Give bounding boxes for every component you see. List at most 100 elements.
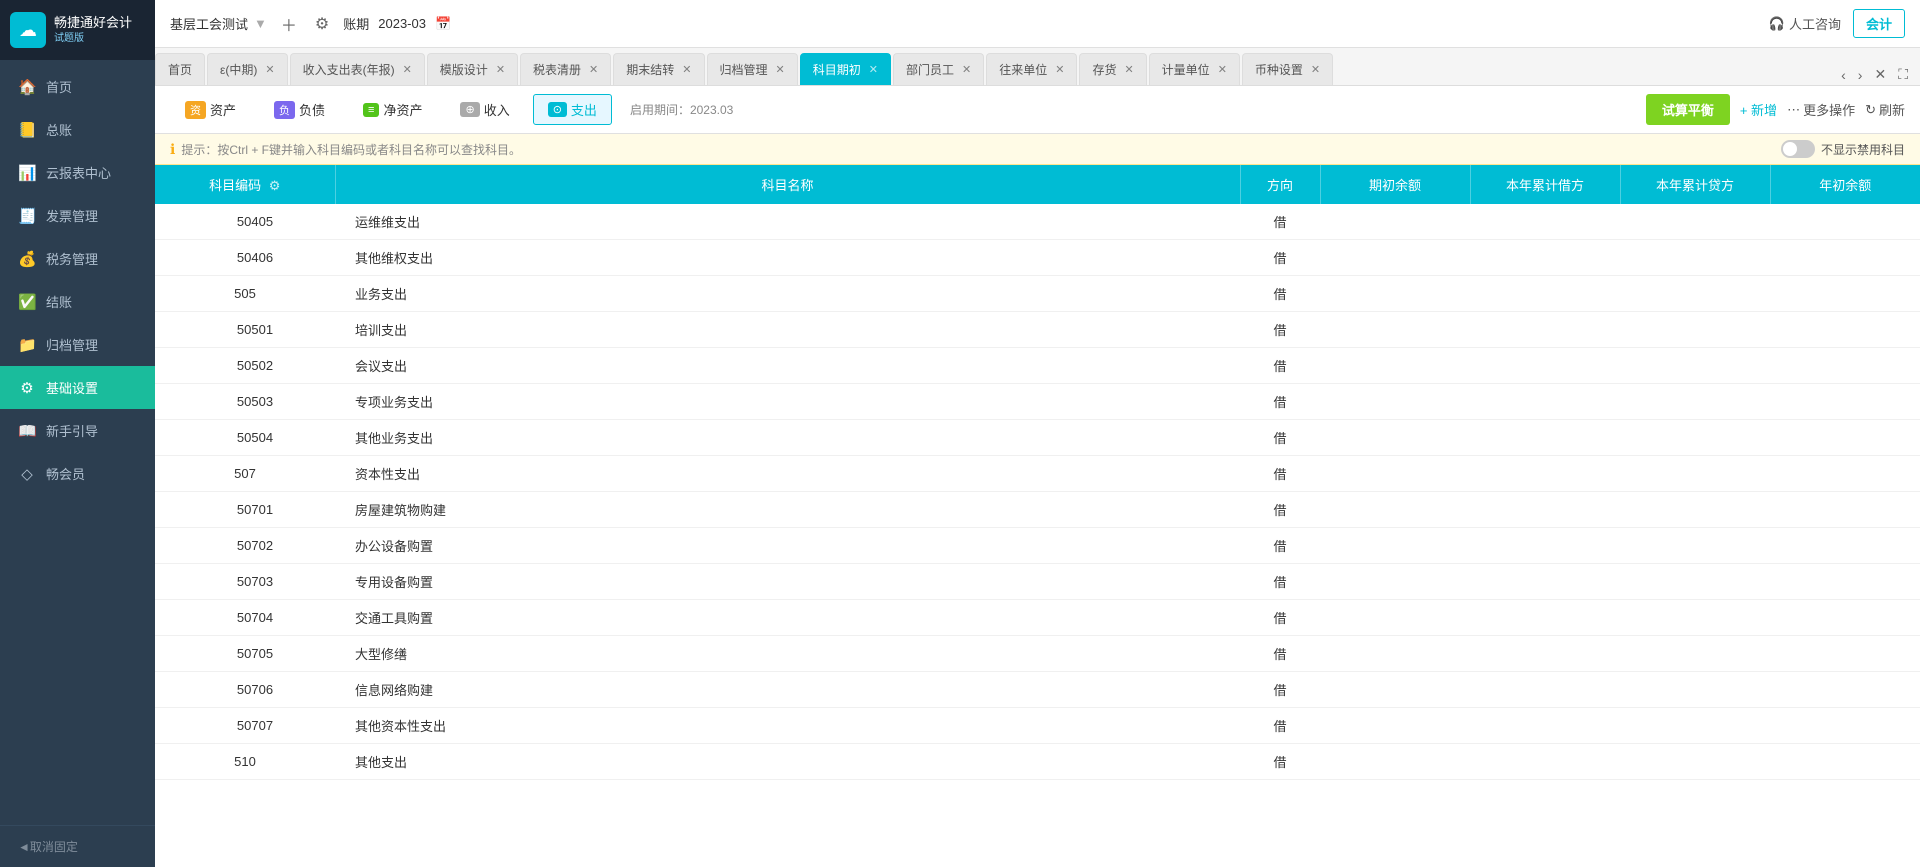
table-row[interactable]: 50703 专用设备购置 借 [155,564,1920,600]
tab-tax[interactable]: 税表清册 ✕ [520,53,611,85]
table-row[interactable]: 507 资本性支出 借 [155,456,1920,492]
table-row[interactable]: 50707 其他资本性支出 借 [155,708,1920,744]
tab-income[interactable]: 收入支出表(年报) ✕ [290,53,425,85]
table-row[interactable]: 50503 专项业务支出 借 [155,384,1920,420]
calendar-icon[interactable]: 📅 [435,16,451,32]
sidebar-item-ledger[interactable]: 📒 总账 [0,108,155,151]
company-selector[interactable]: 基层工会测试 ▼ [170,14,267,33]
table-row[interactable]: 50702 办公设备购置 借 [155,528,1920,564]
table-row[interactable]: 50501 培训支出 借 [155,312,1920,348]
consult-button[interactable]: 🎧 人工咨询 [1769,14,1841,33]
cell-bal [1320,744,1470,780]
table-row[interactable]: 50705 大型修缮 借 [155,636,1920,672]
table-row[interactable]: 50406 其他维权支出 借 [155,240,1920,276]
cell-cre [1620,528,1770,564]
sidebar-item-settle[interactable]: ✅ 结账 [0,280,155,323]
tab-close-icon[interactable]: ✕ [776,63,785,76]
cell-bal [1320,600,1470,636]
tab-close-icon[interactable]: ✕ [1218,63,1227,76]
table-row[interactable]: 50704 交通工具购置 借 [155,600,1920,636]
table-row[interactable]: 510 其他支出 借 [155,744,1920,780]
tab-close-icon[interactable]: ✕ [962,63,971,76]
tab-close-icon[interactable]: ✕ [265,63,274,76]
tab-close-icon[interactable]: ✕ [1124,63,1133,76]
filter-tab-net-asset[interactable]: ≡ 净资产 [348,94,437,125]
tab-close-icon[interactable]: ✕ [869,63,878,76]
accountant-button[interactable]: 会计 [1853,9,1905,38]
refresh-button[interactable]: ↻ 刷新 [1865,100,1905,119]
cell-deb [1470,276,1620,312]
disable-toggle[interactable] [1781,140,1815,158]
filter-tab-asset[interactable]: 资 资产 [170,94,251,125]
cell-cre [1620,600,1770,636]
table-row[interactable]: 50502 会议支出 借 [155,348,1920,384]
sidebar-collapse-button[interactable]: ◄取消固定 [0,825,155,867]
sidebar-item-home[interactable]: 🏠 首页 [0,65,155,108]
table-row[interactable]: 505 业务支出 借 [155,276,1920,312]
period-label: 启用期间：2023.03 [630,101,733,118]
cell-deb [1470,708,1620,744]
cell-cre [1620,420,1770,456]
sidebar-item-invoice[interactable]: 🧾 发票管理 [0,194,155,237]
net-asset-badge: ≡ [363,103,379,117]
tab-close-icon[interactable]: ✕ [682,63,691,76]
sidebar-item-settings[interactable]: ⚙ 基础设置 [0,366,155,409]
filter-tab-income[interactable]: ⊕ 收入 [445,94,524,125]
table-row[interactable]: 50405 运维维支出 借 [155,204,1920,240]
calc-balance-button[interactable]: 试算平衡 [1646,94,1730,125]
tab-unit[interactable]: 计量单位 ✕ [1149,53,1240,85]
sidebar-item-tax[interactable]: 💰 税务管理 [0,237,155,280]
filter-tab-liability[interactable]: 负 负债 [259,94,340,125]
tab-expand-icon[interactable]: ⛶ [1894,64,1912,85]
tab-currency[interactable]: 币种设置 ✕ [1242,53,1333,85]
more-button[interactable]: ⋯ 更多操作 [1787,100,1855,119]
tab-close-icon[interactable]: ✕ [403,63,412,76]
tab-home[interactable]: 首页 [155,53,205,85]
cell-cre [1620,204,1770,240]
cell-year [1770,240,1920,276]
sidebar-item-guide[interactable]: 📖 新手引导 [0,409,155,452]
liability-badge: 负 [274,101,295,119]
cell-name: 会议支出 [335,348,1240,384]
table-row[interactable]: 50706 信息网络购建 借 [155,672,1920,708]
tab-template[interactable]: 模版设计 ✕ [427,53,518,85]
cell-bal [1320,456,1470,492]
table-row[interactable]: 50504 其他业务支出 借 [155,420,1920,456]
new-button[interactable]: + 新增 [1740,100,1777,119]
sidebar-item-reports[interactable]: 📊 云报表中心 [0,151,155,194]
cell-deb [1470,240,1620,276]
col-header-cre: 本年累计贷方 [1620,165,1770,204]
tab-scroll-left-icon[interactable]: ‹ [1837,65,1850,85]
tab-dept[interactable]: 部门员工 ✕ [893,53,984,85]
tab-close-icon[interactable]: ✕ [589,63,598,76]
cell-name: 资本性支出 [335,456,1240,492]
tab-close-icon[interactable]: ✕ [1311,63,1320,76]
settle-icon: ✅ [18,293,36,311]
cell-bal [1320,240,1470,276]
tab-archive[interactable]: 归档管理 ✕ [707,53,798,85]
col-header-dir: 方向 [1240,165,1320,204]
cell-cre [1620,708,1770,744]
tab-subject-init[interactable]: 科目期初 ✕ [800,53,891,85]
cell-bal [1320,348,1470,384]
table-row[interactable]: 50701 房屋建筑物购建 借 [155,492,1920,528]
settings-tab-icon[interactable]: ⚙ [311,14,333,34]
tab-interim[interactable]: ε(中期) ✕ [207,53,288,85]
sidebar-item-member[interactable]: ◇ 畅会员 [0,452,155,495]
filter-tab-expense[interactable]: ⊙ 支出 [533,94,612,125]
tab-scroll-right-icon[interactable]: › [1854,65,1867,85]
cell-code: 50501 [155,312,335,348]
tab-partner[interactable]: 往来单位 ✕ [986,53,1077,85]
col-settings-icon[interactable]: ⚙ [269,178,281,193]
sub-header: 资 资产 负 负债 ≡ 净资产 ⊕ 收入 ⊙ 支出 启用期间：2023.03 试… [155,86,1920,134]
tab-period-end[interactable]: 期末结转 ✕ [613,53,704,85]
cell-code: 50706 [155,672,335,708]
add-tab-icon[interactable]: ＋ [277,12,301,36]
cell-bal [1320,636,1470,672]
tab-close-all-icon[interactable]: ✕ [1870,64,1890,85]
tab-close-icon[interactable]: ✕ [496,63,505,76]
sidebar-item-archive[interactable]: 📁 归档管理 [0,323,155,366]
tab-stock[interactable]: 存货 ✕ [1079,53,1146,85]
tab-close-icon[interactable]: ✕ [1055,63,1064,76]
subjects-table: 科目编码 ⚙ 科目名称 方向 期初余额 本年累计借方 本年累计贷方 年初余额 5… [155,165,1920,780]
